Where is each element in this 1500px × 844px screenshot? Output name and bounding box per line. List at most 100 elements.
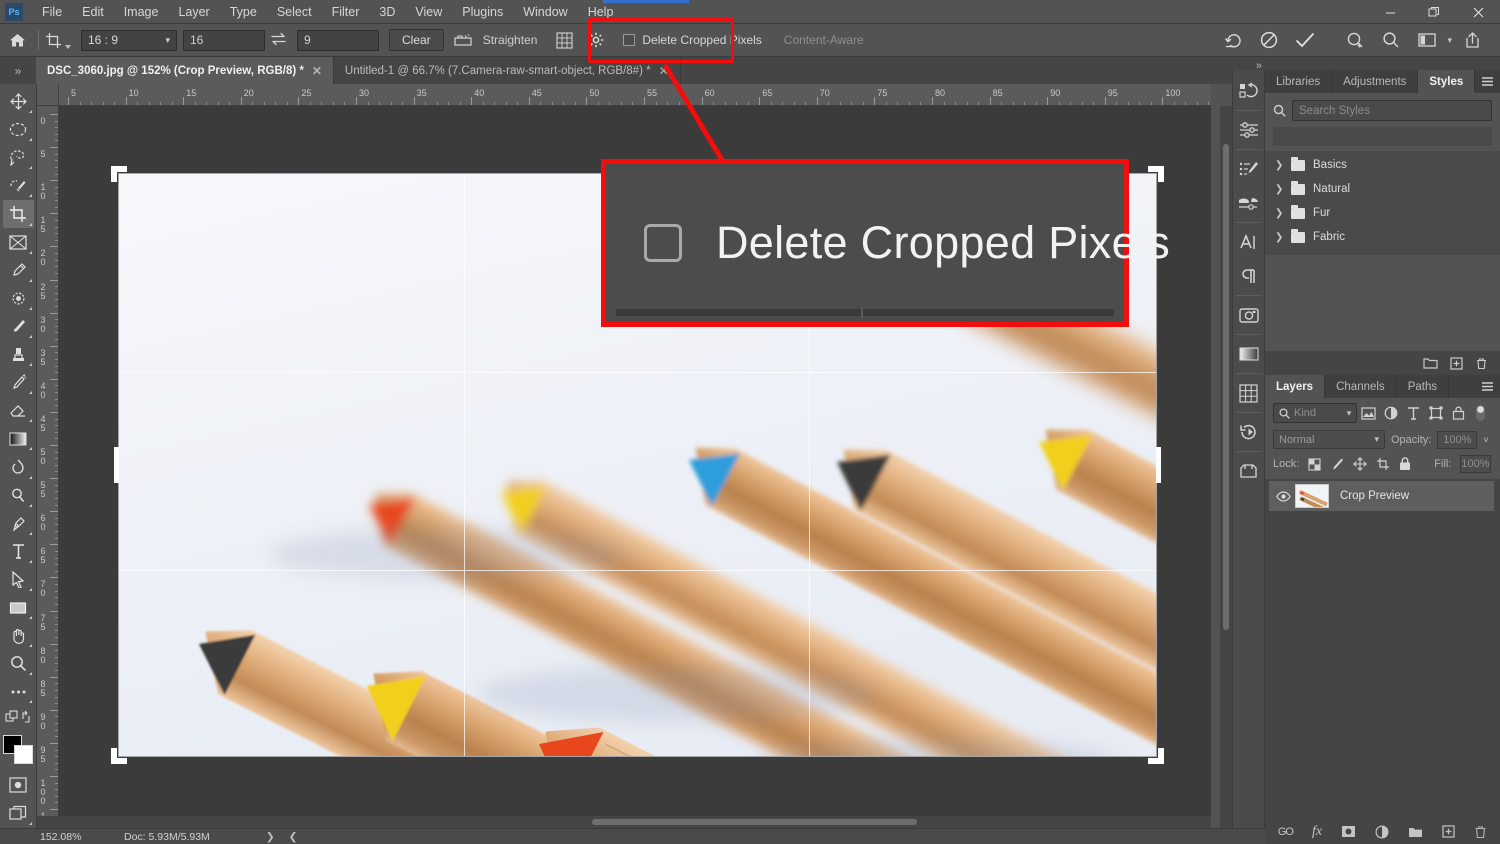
opacity-value[interactable]: 100% — [1437, 431, 1477, 449]
fill-value[interactable]: 100% — [1460, 455, 1490, 473]
close-icon[interactable]: ✕ — [312, 64, 322, 78]
straighten-label[interactable]: Straighten — [483, 33, 538, 47]
pen-tool[interactable] — [3, 510, 34, 537]
eye-icon[interactable] — [1271, 491, 1295, 502]
actions-icon[interactable] — [1234, 415, 1264, 449]
style-group-natural[interactable]: ❯ Natural — [1265, 177, 1500, 201]
search-cloud-icon[interactable] — [1339, 27, 1371, 53]
panel-menu-icon[interactable] — [1474, 375, 1500, 398]
swap-dimensions-icon[interactable] — [265, 32, 291, 49]
layer-row-crop-preview[interactable]: Crop Preview — [1269, 481, 1494, 511]
status-collapse-icon[interactable]: ❮ — [275, 831, 298, 843]
paragraph-icon[interactable] — [1234, 259, 1264, 293]
new-group-icon[interactable] — [1423, 357, 1438, 369]
background-color-swatch[interactable] — [14, 745, 33, 764]
lock-position-icon[interactable] — [1353, 457, 1367, 471]
quick-mask-icon[interactable] — [3, 772, 34, 799]
layer-style-fx-icon[interactable]: fx — [1312, 824, 1322, 840]
adjustment-filter-icon[interactable] — [1380, 403, 1402, 423]
menu-item-view[interactable]: View — [405, 0, 452, 24]
chevron-down-icon[interactable] — [65, 45, 71, 49]
crop-handle-bottom-right[interactable] — [1148, 758, 1164, 764]
close-button[interactable] — [1456, 0, 1500, 24]
character-icon[interactable] — [1234, 225, 1264, 259]
reset-icon[interactable] — [1217, 27, 1249, 53]
hand-tool[interactable] — [3, 622, 34, 649]
commit-checkmark-icon[interactable] — [1289, 27, 1321, 53]
lock-image-pixels-icon[interactable] — [1330, 457, 1344, 471]
styles-filter-row[interactable] — [1273, 127, 1492, 146]
checkbox-box[interactable] — [623, 34, 635, 46]
tab-libraries[interactable]: Libraries — [1265, 70, 1332, 93]
styles-search-input[interactable]: Search Styles — [1292, 100, 1492, 121]
brush-tool[interactable] — [3, 313, 34, 340]
gear-icon[interactable] — [583, 28, 609, 52]
style-group-basics[interactable]: ❯ Basics — [1265, 153, 1500, 177]
content-aware-checkbox[interactable]: Content-Aware — [784, 33, 864, 47]
filter-toggle-icon[interactable] — [1470, 403, 1492, 423]
crop-handle-bottom-left-v[interactable] — [111, 748, 117, 764]
screen-mode-icon[interactable] — [3, 800, 34, 827]
zoom-tool[interactable] — [3, 650, 34, 677]
delete-style-icon[interactable] — [1475, 357, 1488, 370]
brush-presets-icon[interactable] — [1234, 186, 1264, 220]
tab-adjustments[interactable]: Adjustments — [1332, 70, 1418, 93]
menu-item-window[interactable]: Window — [513, 0, 577, 24]
frame-tool[interactable] — [3, 229, 34, 256]
layer-mask-icon[interactable] — [1341, 825, 1356, 838]
crop-overlay-grid-icon[interactable] — [551, 28, 577, 52]
restore-button[interactable] — [1412, 0, 1456, 24]
vertical-ruler[interactable]: 0510152025303540455055606570758085909510… — [37, 106, 59, 828]
new-style-icon[interactable] — [1450, 357, 1463, 370]
crop-tool[interactable] — [3, 200, 34, 227]
menu-item-3d[interactable]: 3D — [369, 0, 405, 24]
document-tab-untitled1[interactable]: Untitled-1 @ 66.7% (7.Camera-raw-smart-o… — [334, 57, 681, 84]
brush-settings-icon[interactable] — [1234, 152, 1264, 186]
gradients-icon[interactable] — [1234, 337, 1264, 371]
patterns-icon[interactable] — [1234, 376, 1264, 410]
crop-handle-bottom-left[interactable] — [111, 758, 127, 764]
crop-width-input[interactable]: 16 — [183, 30, 265, 51]
menu-item-help[interactable]: Help — [578, 0, 624, 24]
minimize-button[interactable] — [1368, 0, 1412, 24]
chevron-right-icon[interactable]: ❯ — [1275, 232, 1283, 243]
menu-item-edit[interactable]: Edit — [72, 0, 114, 24]
menu-item-type[interactable]: Type — [220, 0, 267, 24]
type-filter-icon[interactable] — [1402, 403, 1424, 423]
chevron-right-icon[interactable]: ❯ — [1275, 208, 1283, 219]
type-tool[interactable] — [3, 538, 34, 565]
lock-artboard-icon[interactable] — [1376, 457, 1390, 471]
chevron-down-icon[interactable]: ˅ — [1483, 435, 1488, 445]
crop-tool-icon[interactable] — [43, 28, 73, 52]
lock-transparent-pixels-icon[interactable] — [1308, 458, 1321, 471]
zoom-level[interactable]: 152.08% — [0, 831, 82, 843]
crop-height-input[interactable]: 9 — [297, 30, 379, 51]
panel-menu-icon[interactable] — [1475, 70, 1500, 93]
menu-item-plugins[interactable]: Plugins — [452, 0, 513, 24]
share-icon[interactable] — [1456, 27, 1488, 53]
canvas-horizontal-scrollbar[interactable] — [37, 816, 1211, 828]
layer-filter-kind-select[interactable]: Kind ▾ — [1273, 403, 1357, 423]
search-icon[interactable] — [1375, 27, 1407, 53]
menu-item-file[interactable]: File — [32, 0, 72, 24]
history-icon[interactable] — [1234, 74, 1264, 108]
delete-layer-icon[interactable] — [1474, 825, 1487, 839]
pixel-filter-icon[interactable] — [1357, 403, 1379, 423]
chevron-down-icon[interactable]: ▾ — [1347, 408, 1352, 419]
clone-stamp-tool[interactable] — [3, 341, 34, 368]
adjustments-sliders-icon[interactable] — [1234, 113, 1264, 147]
smart-object-filter-icon[interactable] — [1447, 403, 1469, 423]
toolbar-collapse-icon[interactable]: » — [0, 57, 36, 84]
adjustment-layer-icon[interactable] — [1375, 825, 1389, 839]
eraser-tool[interactable] — [3, 397, 34, 424]
home-icon[interactable] — [0, 33, 34, 48]
menu-item-image[interactable]: Image — [114, 0, 169, 24]
lock-all-icon[interactable] — [1399, 457, 1411, 471]
link-layers-icon[interactable]: GO — [1278, 826, 1293, 838]
cancel-icon[interactable] — [1253, 27, 1285, 53]
libraries-icon[interactable] — [1234, 454, 1264, 488]
menu-item-select[interactable]: Select — [267, 0, 322, 24]
horizontal-ruler[interactable]: 5101520253035404550556065707580859095100 — [59, 84, 1211, 106]
move-tool[interactable] — [3, 88, 34, 115]
chevron-right-icon[interactable]: ❯ — [1275, 184, 1283, 195]
